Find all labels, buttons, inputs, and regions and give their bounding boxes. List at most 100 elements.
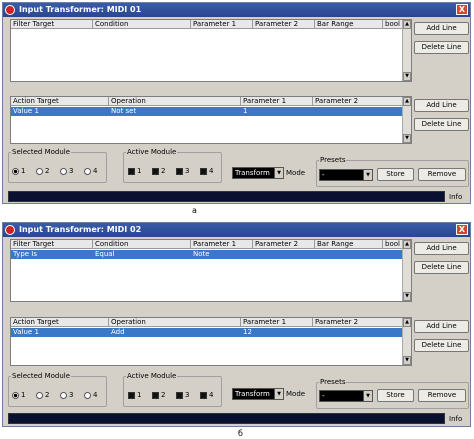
col-header-bool[interactable]: bool bbox=[383, 240, 403, 249]
scroll-down-icon[interactable]: ▼ bbox=[403, 356, 411, 365]
action-grid-scrollbar[interactable]: ▲ ▼ bbox=[402, 318, 411, 365]
scroll-up-icon[interactable]: ▲ bbox=[403, 318, 411, 327]
col-header-condition[interactable]: Condition bbox=[93, 240, 191, 249]
col-header-bool[interactable]: bool bbox=[383, 20, 403, 29]
remove-button[interactable]: Remove bbox=[418, 168, 466, 181]
scroll-down-icon[interactable]: ▼ bbox=[403, 72, 411, 81]
col-header-parameter-2[interactable]: Parameter 2 bbox=[313, 97, 403, 106]
col-header-parameter-1[interactable]: Parameter 1 bbox=[191, 20, 253, 29]
checkbox-icon bbox=[152, 167, 159, 175]
active-module-check-4[interactable]: 4 bbox=[200, 167, 213, 176]
selected-module-label: Selected Module bbox=[11, 372, 72, 380]
mode-select[interactable]: Transform ▼ bbox=[232, 388, 284, 400]
chevron-down-icon[interactable]: ▼ bbox=[274, 389, 283, 399]
filter-grid-scrollbar[interactable]: ▲ ▼ bbox=[402, 20, 411, 81]
module-radio-1[interactable]: 1 bbox=[12, 391, 25, 400]
module-radio-2[interactable]: 2 bbox=[36, 391, 49, 400]
active-module-check-1[interactable]: 1 bbox=[128, 167, 141, 176]
mode-select[interactable]: Transform ▼ bbox=[232, 167, 284, 179]
checkbox-icon bbox=[200, 391, 207, 399]
active-module-check-3[interactable]: 3 bbox=[176, 167, 189, 176]
presets-select[interactable]: - ▼ bbox=[319, 169, 373, 181]
col-header-parameter-2[interactable]: Parameter 2 bbox=[313, 318, 403, 327]
title-bar[interactable]: Input Transformer: MIDI 02 X bbox=[3, 223, 470, 237]
chevron-down-icon[interactable]: ▼ bbox=[363, 170, 372, 180]
col-header-operation[interactable]: Operation bbox=[109, 318, 241, 327]
close-icon[interactable]: X bbox=[456, 4, 468, 15]
info-bar bbox=[8, 191, 445, 202]
cell-parameter-1: 1 bbox=[243, 107, 248, 115]
action-row[interactable]: Value 1 Not set 1 bbox=[11, 107, 403, 116]
action-grid[interactable]: Action Target Operation Parameter 1 Para… bbox=[10, 317, 412, 366]
active-module-check-1[interactable]: 1 bbox=[128, 391, 141, 400]
presets-label: Presets bbox=[319, 378, 347, 386]
filter-add-line-button[interactable]: Add Line bbox=[414, 242, 469, 255]
module-radio-2[interactable]: 2 bbox=[36, 167, 49, 176]
col-header-filter-target[interactable]: Filter Target bbox=[11, 240, 93, 249]
action-add-line-button[interactable]: Add Line bbox=[414, 320, 469, 333]
cell-operation: Add bbox=[111, 328, 125, 336]
radio-selected-icon bbox=[12, 391, 19, 399]
filter-grid-scrollbar[interactable]: ▲ ▼ bbox=[402, 240, 411, 301]
cell-parameter-1: Note bbox=[193, 250, 210, 258]
action-delete-line-button[interactable]: Delete Line bbox=[414, 118, 469, 131]
filter-row[interactable]: Type Is Equal Note bbox=[11, 250, 403, 259]
col-header-parameter-1[interactable]: Parameter 1 bbox=[241, 97, 313, 106]
scroll-up-icon[interactable]: ▲ bbox=[403, 240, 411, 249]
action-grid-header: Action Target Operation Parameter 1 Para… bbox=[11, 97, 403, 106]
col-header-operation[interactable]: Operation bbox=[109, 97, 241, 106]
checkbox-label: 4 bbox=[209, 391, 214, 399]
action-delete-line-button[interactable]: Delete Line bbox=[414, 339, 469, 352]
module-radio-4[interactable]: 4 bbox=[84, 167, 97, 176]
scroll-up-icon[interactable]: ▲ bbox=[403, 20, 411, 29]
action-grid[interactable]: Action Target Operation Parameter 1 Para… bbox=[10, 96, 412, 144]
col-header-parameter-1[interactable]: Parameter 1 bbox=[191, 240, 253, 249]
cell-action-target: Value 1 bbox=[13, 107, 39, 115]
filter-add-line-button[interactable]: Add Line bbox=[414, 22, 469, 35]
store-button[interactable]: Store bbox=[377, 168, 414, 181]
col-header-action-target[interactable]: Action Target bbox=[11, 97, 109, 106]
filter-grid-header: Filter Target Condition Parameter 1 Para… bbox=[11, 20, 403, 29]
filter-delete-line-button[interactable]: Delete Line bbox=[414, 261, 469, 274]
title-bar[interactable]: Input Transformer: MIDI 01 X bbox=[3, 3, 470, 17]
action-grid-scrollbar[interactable]: ▲ ▼ bbox=[402, 97, 411, 143]
active-module-check-3[interactable]: 3 bbox=[176, 391, 189, 400]
selected-module-label: Selected Module bbox=[11, 148, 72, 156]
filter-grid[interactable]: Filter Target Condition Parameter 1 Para… bbox=[10, 239, 412, 302]
col-header-parameter-2[interactable]: Parameter 2 bbox=[253, 20, 315, 29]
mode-select-value: Transform bbox=[235, 390, 270, 398]
action-row[interactable]: Value 1 Add 12 bbox=[11, 328, 403, 337]
store-button[interactable]: Store bbox=[377, 389, 414, 402]
active-module-check-2[interactable]: 2 bbox=[152, 391, 165, 400]
module-radio-3[interactable]: 3 bbox=[60, 391, 73, 400]
filter-grid[interactable]: Filter Target Condition Parameter 1 Para… bbox=[10, 19, 412, 82]
chevron-down-icon[interactable]: ▼ bbox=[363, 391, 372, 401]
col-header-condition[interactable]: Condition bbox=[93, 20, 191, 29]
col-header-bar-range[interactable]: Bar Range bbox=[315, 20, 383, 29]
module-radio-1[interactable]: 1 bbox=[12, 167, 25, 176]
action-add-line-button[interactable]: Add Line bbox=[414, 99, 469, 112]
presets-select[interactable]: - ▼ bbox=[319, 390, 373, 402]
active-module-group: Active Module 1 2 3 4 bbox=[123, 372, 222, 407]
module-radio-4[interactable]: 4 bbox=[84, 391, 97, 400]
cell-bool bbox=[383, 250, 403, 259]
filter-delete-line-button[interactable]: Delete Line bbox=[414, 41, 469, 54]
col-header-action-target[interactable]: Action Target bbox=[11, 318, 109, 327]
filter-grid-header: Filter Target Condition Parameter 1 Para… bbox=[11, 240, 403, 249]
col-header-parameter-2[interactable]: Parameter 2 bbox=[253, 240, 315, 249]
active-module-check-2[interactable]: 2 bbox=[152, 167, 165, 176]
col-header-bar-range[interactable]: Bar Range bbox=[315, 240, 383, 249]
active-module-check-4[interactable]: 4 bbox=[200, 391, 213, 400]
scroll-up-icon[interactable]: ▲ bbox=[403, 97, 411, 106]
module-radio-3[interactable]: 3 bbox=[60, 167, 73, 176]
radio-icon bbox=[36, 391, 43, 399]
col-header-filter-target[interactable]: Filter Target bbox=[11, 20, 93, 29]
chevron-down-icon[interactable]: ▼ bbox=[274, 168, 283, 178]
figure-caption-b: б bbox=[238, 429, 243, 438]
remove-button[interactable]: Remove bbox=[418, 389, 466, 402]
scroll-down-icon[interactable]: ▼ bbox=[403, 134, 411, 143]
close-icon[interactable]: X bbox=[456, 224, 468, 235]
scroll-down-icon[interactable]: ▼ bbox=[403, 292, 411, 301]
col-header-parameter-1[interactable]: Parameter 1 bbox=[241, 318, 313, 327]
checkbox-icon bbox=[128, 391, 135, 399]
